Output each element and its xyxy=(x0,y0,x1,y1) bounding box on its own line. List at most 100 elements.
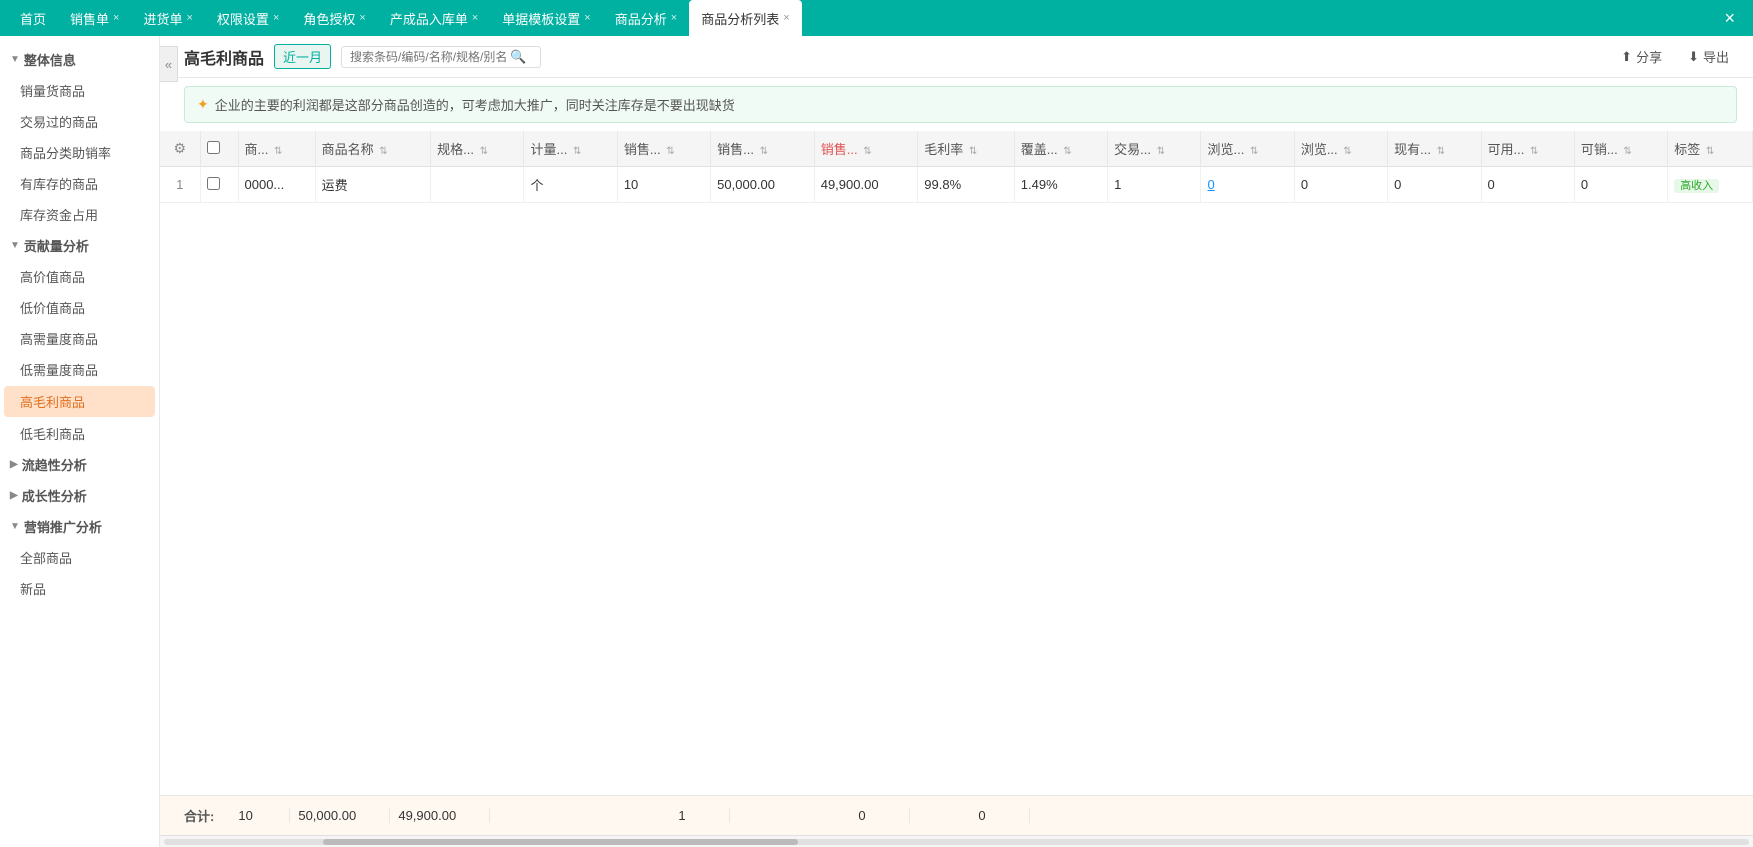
col-checkbox[interactable] xyxy=(200,131,238,167)
scroll-track[interactable] xyxy=(164,839,1749,845)
cell-sales-qty: 10 xyxy=(617,167,710,203)
cell-name: 运费 xyxy=(315,167,431,203)
col-sales-cost[interactable]: 销售... ⇅ xyxy=(814,131,918,167)
close-product-analysis-icon[interactable]: × xyxy=(671,12,677,24)
cell-tag: 高收入 xyxy=(1668,167,1753,203)
sidebar-group-growth[interactable]: ▶ 成长性分析 xyxy=(0,480,159,511)
cell-index: 1 xyxy=(160,167,200,203)
sidebar-item-high-value[interactable]: 高价值商品 xyxy=(0,261,159,292)
search-input[interactable] xyxy=(350,50,510,64)
time-filter-recent-month[interactable]: 近一月 xyxy=(274,44,331,69)
sidebar-item-high-margin[interactable]: 高毛利商品 xyxy=(4,386,155,417)
sort-view2-icon: ⇅ xyxy=(1343,146,1351,157)
close-template-icon[interactable]: × xyxy=(584,12,590,24)
data-table-container: ⚙ 商... ⇅ 商品名称 ⇅ xyxy=(160,131,1753,795)
sort-coverage-icon: ⇅ xyxy=(1063,146,1071,157)
sort-transaction-icon: ⇅ xyxy=(1157,146,1165,157)
summary-sales-cost: 49,900.00 xyxy=(390,808,490,823)
sidebar-item-high-demand[interactable]: 高需量度商品 xyxy=(0,323,159,354)
col-view2[interactable]: 浏览... ⇅ xyxy=(1294,131,1387,167)
cell-coverage: 1.49% xyxy=(1014,167,1107,203)
sidebar-group-overall[interactable]: ▼ 整体信息 xyxy=(0,44,159,75)
arrow-overall-icon: ▼ xyxy=(10,54,20,65)
close-sales-order-icon[interactable]: × xyxy=(113,12,119,24)
nav-product-analysis[interactable]: 商品分析 × xyxy=(603,0,689,36)
col-gross-margin[interactable]: 毛利率 ⇅ xyxy=(918,131,1015,167)
row-checkbox[interactable] xyxy=(207,177,220,190)
sort-code-icon: ⇅ xyxy=(274,146,282,157)
summary-sales-qty: 10 xyxy=(230,808,290,823)
top-nav: 首页 销售单 × 进货单 × 权限设置 × 角色授权 × 产成品入库单 × 单据… xyxy=(0,0,1753,36)
sidebar-item-low-value[interactable]: 低价值商品 xyxy=(0,292,159,323)
col-tag[interactable]: 标签 ⇅ xyxy=(1668,131,1753,167)
settings-icon[interactable]: ⚙ xyxy=(173,140,186,156)
nav-product-inbound[interactable]: 产成品入库单 × xyxy=(378,0,490,36)
cell-view1[interactable]: 0 xyxy=(1201,167,1294,203)
sidebar-group-flow[interactable]: ▶ 流趋性分析 xyxy=(0,449,159,480)
sidebar-item-all-goods[interactable]: 全部商品 xyxy=(0,542,159,573)
sidebar-item-traded-goods[interactable]: 交易过的商品 xyxy=(0,106,159,137)
footer-summary: 合计: 10 50,000.00 49,900.00 1 0 0 xyxy=(160,795,1753,835)
sidebar-item-sales-goods[interactable]: 销量货商品 xyxy=(0,75,159,106)
sidebar-group-contribution[interactable]: ▼ 贡献量分析 xyxy=(0,230,159,261)
summary-transaction: 1 xyxy=(670,808,730,823)
arrow-contribution-icon: ▼ xyxy=(10,240,20,251)
nav-sales-order[interactable]: 销售单 × xyxy=(58,0,131,36)
col-view1[interactable]: 浏览... ⇅ xyxy=(1201,131,1294,167)
col-sales-qty[interactable]: 销售... ⇅ xyxy=(617,131,710,167)
export-icon: ⬇ xyxy=(1688,49,1699,65)
sort-available-stock-icon: ⇅ xyxy=(1530,146,1538,157)
sort-sales-qty-icon: ⇅ xyxy=(666,146,674,157)
nav-product-analysis-list[interactable]: 商品分析列表 × xyxy=(689,0,801,36)
col-sales-amount[interactable]: 销售... ⇅ xyxy=(711,131,815,167)
col-name[interactable]: 商品名称 ⇅ xyxy=(315,131,431,167)
sidebar-item-low-demand[interactable]: 低需量度商品 xyxy=(0,354,159,385)
share-button[interactable]: ⬆ 分享 xyxy=(1613,44,1670,69)
cell-code[interactable]: 0000... xyxy=(238,167,315,203)
nav-home[interactable]: 首页 xyxy=(8,0,58,36)
select-all-checkbox[interactable] xyxy=(207,141,220,154)
sidebar-item-in-stock-goods[interactable]: 有库存的商品 xyxy=(0,168,159,199)
export-button[interactable]: ⬇ 导出 xyxy=(1680,44,1737,69)
info-icon: ✦ xyxy=(197,96,209,113)
sidebar-group-marketing[interactable]: ▼ 营销推广分析 xyxy=(0,511,159,542)
sidebar-item-stock-capital[interactable]: 库存资金占用 xyxy=(0,199,159,230)
cell-current-stock: 0 xyxy=(1388,167,1481,203)
sidebar-item-new-goods[interactable]: 新品 xyxy=(0,573,159,604)
sidebar-collapse-button[interactable]: « xyxy=(160,46,178,82)
search-icon[interactable]: 🔍 xyxy=(510,49,526,65)
sort-sales-amount-icon: ⇅ xyxy=(760,146,768,157)
col-sellable[interactable]: 可销... ⇅ xyxy=(1574,131,1667,167)
sort-tag-icon: ⇅ xyxy=(1706,146,1714,157)
share-icon: ⬆ xyxy=(1621,49,1632,65)
nav-permissions[interactable]: 权限设置 × xyxy=(205,0,291,36)
col-unit[interactable]: 计量... ⇅ xyxy=(524,131,617,167)
col-available-stock[interactable]: 可用... ⇅ xyxy=(1481,131,1574,167)
sort-current-stock-icon: ⇅ xyxy=(1437,146,1445,157)
nav-roles[interactable]: 角色授权 × xyxy=(291,0,377,36)
data-table: ⚙ 商... ⇅ 商品名称 ⇅ xyxy=(160,131,1753,203)
nav-purchase-order[interactable]: 进货单 × xyxy=(131,0,204,36)
arrow-growth-icon: ▶ xyxy=(10,490,18,501)
sidebar-item-low-margin[interactable]: 低毛利商品 xyxy=(0,418,159,449)
close-permissions-icon[interactable]: × xyxy=(273,12,279,24)
col-transaction[interactable]: 交易... ⇅ xyxy=(1108,131,1201,167)
search-box: 🔍 xyxy=(341,46,541,68)
nav-template-settings[interactable]: 单据模板设置 × xyxy=(490,0,602,36)
close-roles-icon[interactable]: × xyxy=(359,12,365,24)
col-coverage[interactable]: 覆盖... ⇅ xyxy=(1014,131,1107,167)
close-purchase-order-icon[interactable]: × xyxy=(186,12,192,24)
close-all-button[interactable]: × xyxy=(1714,8,1745,29)
col-current-stock[interactable]: 现有... ⇅ xyxy=(1388,131,1481,167)
cell-gross-margin: 99.8% xyxy=(918,167,1015,203)
sidebar-item-category-sales-rate[interactable]: 商品分类助销率 xyxy=(0,137,159,168)
col-settings[interactable]: ⚙ xyxy=(160,131,200,167)
horizontal-scrollbar[interactable] xyxy=(160,835,1753,847)
close-product-analysis-list-icon[interactable]: × xyxy=(783,12,789,24)
summary-available-stock: 0 xyxy=(970,808,1030,823)
scroll-thumb[interactable] xyxy=(323,839,799,845)
col-code[interactable]: 商... ⇅ xyxy=(238,131,315,167)
cell-checkbox[interactable] xyxy=(200,167,238,203)
col-spec[interactable]: 规格... ⇅ xyxy=(431,131,524,167)
close-product-inbound-icon[interactable]: × xyxy=(472,12,478,24)
